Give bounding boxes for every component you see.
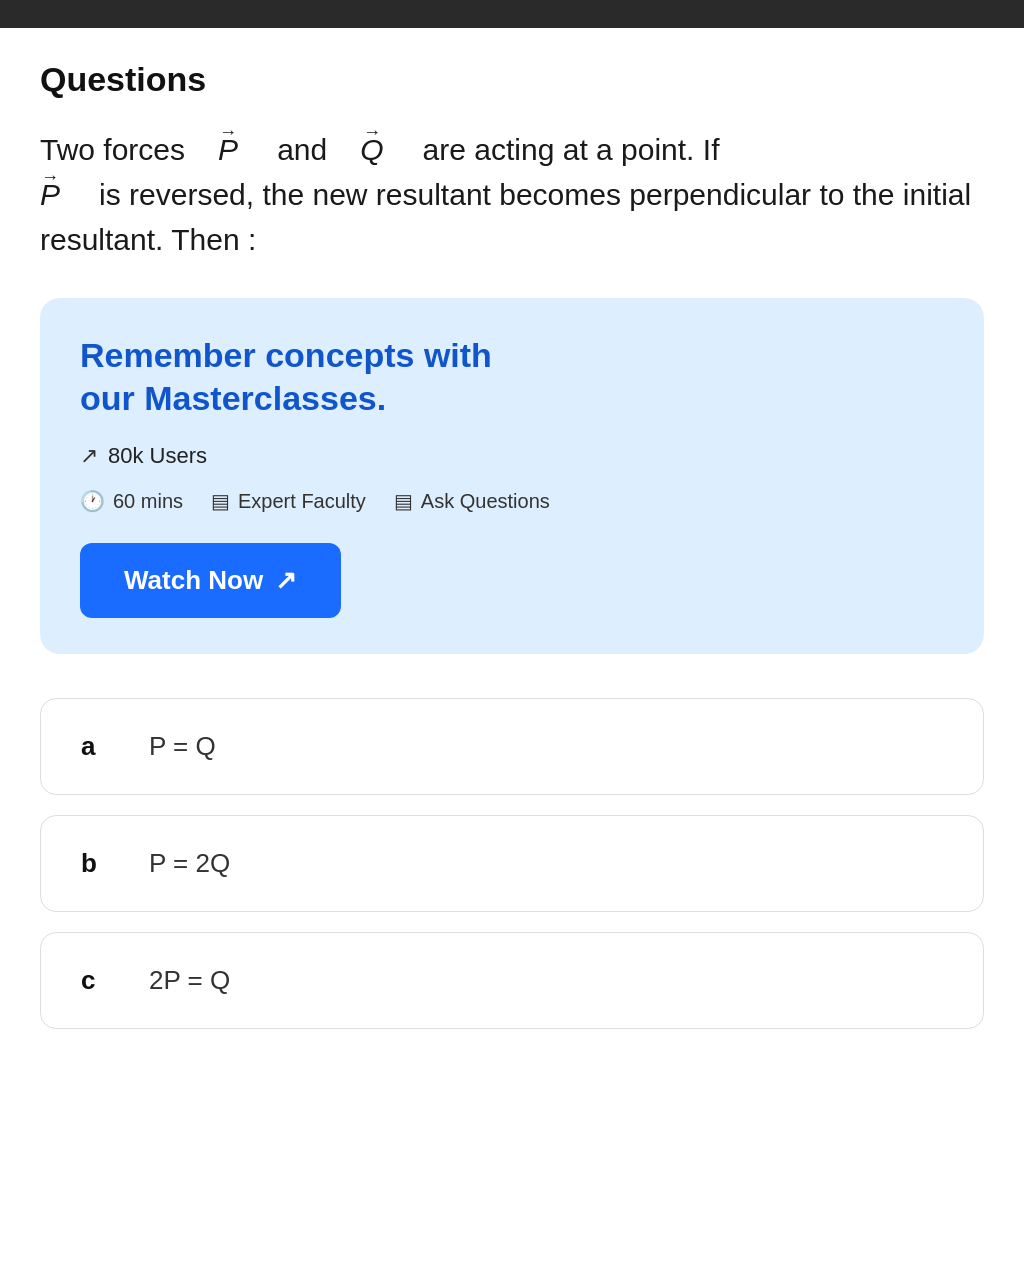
questions-icon: ▤ bbox=[394, 489, 413, 513]
question-part2: and bbox=[277, 133, 327, 166]
card-title-line2: our Masterclasses. bbox=[80, 379, 386, 417]
option-c[interactable]: c 2P = Q bbox=[40, 932, 984, 1029]
faculty-icon: ▤ bbox=[211, 489, 230, 513]
top-bar bbox=[0, 0, 1024, 28]
option-b-label: b bbox=[81, 848, 105, 879]
vector-p2: P bbox=[40, 172, 60, 217]
question-part1: Two forces bbox=[40, 133, 185, 166]
card-title: Remember concepts with our Masterclasses… bbox=[80, 334, 944, 419]
trending-icon: ↗ bbox=[80, 443, 98, 469]
question-text: Two forces P and Q are acting at a point… bbox=[40, 127, 984, 262]
watch-now-button[interactable]: Watch Now ↗ bbox=[80, 543, 341, 618]
feature-duration-label: 60 mins bbox=[113, 490, 183, 513]
question-line2-part2: is reversed, the new resultant becomes p… bbox=[40, 178, 971, 256]
card-title-line1: Remember concepts with bbox=[80, 336, 492, 374]
vector-q: Q bbox=[360, 127, 383, 172]
option-a[interactable]: a P = Q bbox=[40, 698, 984, 795]
feature-faculty: ▤ Expert Faculty bbox=[211, 489, 366, 513]
masterclass-card: Remember concepts with our Masterclasses… bbox=[40, 298, 984, 654]
feature-questions-label: Ask Questions bbox=[421, 490, 550, 513]
option-b-value: P = 2Q bbox=[149, 848, 230, 879]
feature-duration: 🕐 60 mins bbox=[80, 489, 183, 513]
option-c-label: c bbox=[81, 965, 105, 996]
section-title: Questions bbox=[40, 60, 984, 99]
options-list: a P = Q b P = 2Q c 2P = Q bbox=[40, 698, 984, 1029]
watch-now-arrow-icon: ↗ bbox=[275, 565, 297, 596]
option-b[interactable]: b P = 2Q bbox=[40, 815, 984, 912]
watch-now-label: Watch Now bbox=[124, 565, 263, 596]
users-row: ↗ 80k Users bbox=[80, 443, 944, 469]
clock-icon: 🕐 bbox=[80, 489, 105, 513]
option-c-value: 2P = Q bbox=[149, 965, 230, 996]
feature-faculty-label: Expert Faculty bbox=[238, 490, 366, 513]
question-part3: are acting at a point. If bbox=[423, 133, 720, 166]
vector-p: P bbox=[218, 127, 238, 172]
users-label: 80k Users bbox=[108, 443, 207, 469]
features-row: 🕐 60 mins ▤ Expert Faculty ▤ Ask Questio… bbox=[80, 489, 944, 513]
feature-questions: ▤ Ask Questions bbox=[394, 489, 550, 513]
option-a-label: a bbox=[81, 731, 105, 762]
option-a-value: P = Q bbox=[149, 731, 216, 762]
